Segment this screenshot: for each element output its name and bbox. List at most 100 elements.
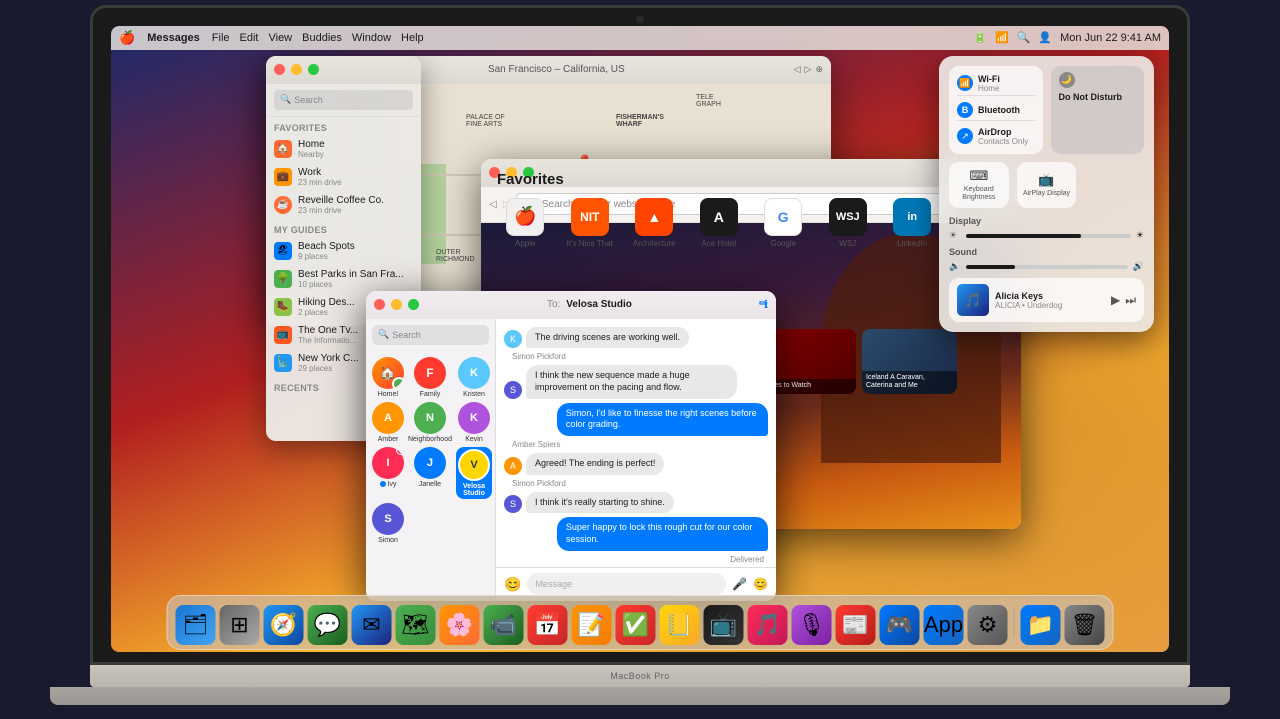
cc-wifi-row[interactable]: 📶 Wi-Fi Home	[957, 72, 1035, 96]
menu-view[interactable]: View	[268, 32, 292, 44]
menu-edit[interactable]: Edit	[240, 32, 259, 44]
tv-tile-iceland[interactable]: Iceland A Caravan, Caterina and Me	[862, 329, 957, 394]
dock-appletv[interactable]: 📺	[704, 605, 744, 645]
sidebar-coffee[interactable]: ☕ Reveille Coffee Co. 23 min drive	[266, 191, 421, 219]
msg-tl-green[interactable]	[408, 299, 419, 310]
msg-emoji2-icon[interactable]: 😊	[753, 577, 768, 591]
maps-search-input[interactable]: 🔍 Search	[274, 90, 413, 110]
cc-keyboard-tile[interactable]: ⌨ Keyboard Brightness	[949, 162, 1009, 209]
dock-news[interactable]: 📰	[836, 605, 876, 645]
favorites-section-header: Favorites	[266, 117, 421, 135]
airdrop-tile-icon: ↗	[957, 128, 973, 144]
dock-safari[interactable]: 🧭	[264, 605, 304, 645]
apple-menu[interactable]: 🍎	[119, 30, 135, 46]
home-avatar-overlay	[392, 377, 404, 389]
active-app-name[interactable]: Messages	[147, 32, 200, 44]
now-playing-info: Alicia Keys ALICIA • Underdog	[995, 291, 1105, 310]
fav-google[interactable]: G Google	[755, 223, 812, 249]
sound-label: Sound	[949, 247, 1144, 257]
msg-contact-janelle[interactable]: J Janelle	[408, 447, 452, 499]
msg-contact-velosa[interactable]: V Velosa Studio	[456, 447, 492, 499]
cc-dnd-tile[interactable]: 🌙 Do Not Disturb	[1051, 66, 1145, 154]
dock-sysprefs[interactable]: ⚙	[968, 605, 1008, 645]
dock-reminders[interactable]: ✅	[616, 605, 656, 645]
msg-bubble-area: K The driving scenes are working well. S…	[496, 319, 776, 567]
menu-buddies[interactable]: Buddies	[302, 32, 342, 44]
fav-arch[interactable]: ▲ Architecture	[626, 223, 683, 249]
fav-wsj[interactable]: WSJ WSJ	[820, 223, 877, 249]
dock-files[interactable]: 📁	[1021, 605, 1061, 645]
sidebar-home[interactable]: 🏠 Home Nearby	[266, 135, 421, 163]
dock-music[interactable]: 🎵	[748, 605, 788, 645]
display-slider-track[interactable]	[966, 234, 1131, 238]
msg-input-field[interactable]: Message	[527, 573, 726, 595]
dock-notes[interactable]: 📝	[572, 605, 612, 645]
cc-bluetooth-row[interactable]: B Bluetooth	[957, 100, 1035, 121]
onetv-icon: 📺	[274, 326, 292, 344]
now-playing-tile: 🎵 Alicia Keys ALICIA • Underdog ▶ ⏭	[949, 278, 1144, 322]
maps-fwd-icon[interactable]: ▷	[805, 64, 812, 75]
dock-finder[interactable]: 🗂	[176, 605, 216, 645]
hiking-icon: 🥾	[274, 298, 292, 316]
fav-nicethat-icon: NIT	[571, 223, 609, 236]
maps-nav-icon[interactable]: ◁	[794, 64, 801, 75]
fav-nicehat[interactable]: NIT It's Nice That	[562, 223, 619, 249]
dock-facetime[interactable]: 📹	[484, 605, 524, 645]
tl-red[interactable]	[274, 64, 285, 75]
wifi-title: Wi-Fi	[978, 74, 1000, 84]
dock-notes2[interactable]: 📒	[660, 605, 700, 645]
play-btn[interactable]: ▶	[1111, 293, 1120, 308]
sound-slider-track[interactable]	[966, 265, 1128, 269]
msg-contact-kristen[interactable]: K Kristen	[456, 357, 492, 398]
dock-messages[interactable]: 💬	[308, 605, 348, 645]
msg-simon-label: Simon	[378, 537, 398, 544]
dock-podcasts[interactable]: 🎙	[792, 605, 832, 645]
msg-contact-amber[interactable]: A Amber	[372, 402, 404, 443]
wifi-status-icon: 📶	[995, 31, 1009, 44]
dock-trash[interactable]: 🗑	[1065, 605, 1105, 645]
tl-green[interactable]	[308, 64, 319, 75]
fav-linkedin[interactable]: in LinkedIn	[884, 223, 941, 249]
compose-button[interactable]: ✏	[759, 297, 768, 310]
fav-ace[interactable]: A Ace Hotel	[691, 223, 748, 249]
user-menu-icon[interactable]: 👤	[1038, 31, 1052, 44]
msg-audio-icon[interactable]: 🎤	[732, 577, 747, 591]
msg-tl-red[interactable]	[374, 299, 385, 310]
msg-contact-neighborhood[interactable]: N Neighborhood	[408, 402, 452, 443]
tv-tile-iceland-label: Iceland A Caravan, Caterina and Me	[862, 371, 957, 394]
msg-contact-family[interactable]: F Family	[408, 357, 452, 398]
msg-bubble-3: Simon, I'd like to finesse the right sce…	[557, 403, 768, 436]
fav-ace-label: Ace Hotel	[701, 239, 736, 249]
sidebar-work[interactable]: 💼 Work 23 min drive	[266, 163, 421, 191]
menu-help[interactable]: Help	[401, 32, 424, 44]
sidebar-parks[interactable]: 🌳 Best Parks in San Fra... 10 places	[266, 265, 421, 293]
fav-apple[interactable]: 🍎 Apple	[497, 223, 554, 249]
dock-maps[interactable]: 🗺	[396, 605, 436, 645]
msg-emoji-icon[interactable]: 😊	[504, 576, 521, 593]
maps-zoom-icon[interactable]: ⊕	[815, 64, 823, 75]
dock-appstore[interactable]: App	[924, 605, 964, 645]
messages-search-bar[interactable]: 🔍 Search	[372, 325, 489, 345]
dock-mail[interactable]: ✉	[352, 605, 392, 645]
msg-avatar-home: 🏠	[372, 357, 404, 389]
cc-airdrop-row[interactable]: ↗ AirDrop Contacts Only	[957, 125, 1035, 148]
skip-btn[interactable]: ⏭	[1125, 293, 1136, 308]
msg-contact-home[interactable]: 🏠 Home!	[372, 357, 404, 398]
msg-contact-simon[interactable]: S Simon	[372, 503, 404, 544]
keyboard-label: Keyboard Brightness	[955, 186, 1003, 203]
menu-window[interactable]: Window	[352, 32, 391, 44]
msg-search-icon: 🔍	[378, 329, 389, 340]
tl-yellow[interactable]	[291, 64, 302, 75]
msg-contact-ivy[interactable]: I ♥ Ivy	[372, 447, 404, 499]
menu-file[interactable]: File	[212, 32, 230, 44]
msg-contact-kevin[interactable]: K Kevin	[456, 402, 492, 443]
search-menu-icon[interactable]: 🔍	[1017, 31, 1031, 44]
dock-calendar[interactable]: 📅	[528, 605, 568, 645]
dock-arcade[interactable]: 🎮	[880, 605, 920, 645]
dock-launchpad[interactable]: ⊞	[220, 605, 260, 645]
dock-photos[interactable]: 🌸	[440, 605, 480, 645]
msg-row-2: S I think the new sequence made a huge i…	[504, 365, 768, 398]
sidebar-beach-spots[interactable]: 🏖 Beach Spots 9 places	[266, 237, 421, 265]
msg-tl-yellow[interactable]	[391, 299, 402, 310]
cc-airplay-tile[interactable]: 📺 AirPlay Display	[1017, 162, 1077, 209]
